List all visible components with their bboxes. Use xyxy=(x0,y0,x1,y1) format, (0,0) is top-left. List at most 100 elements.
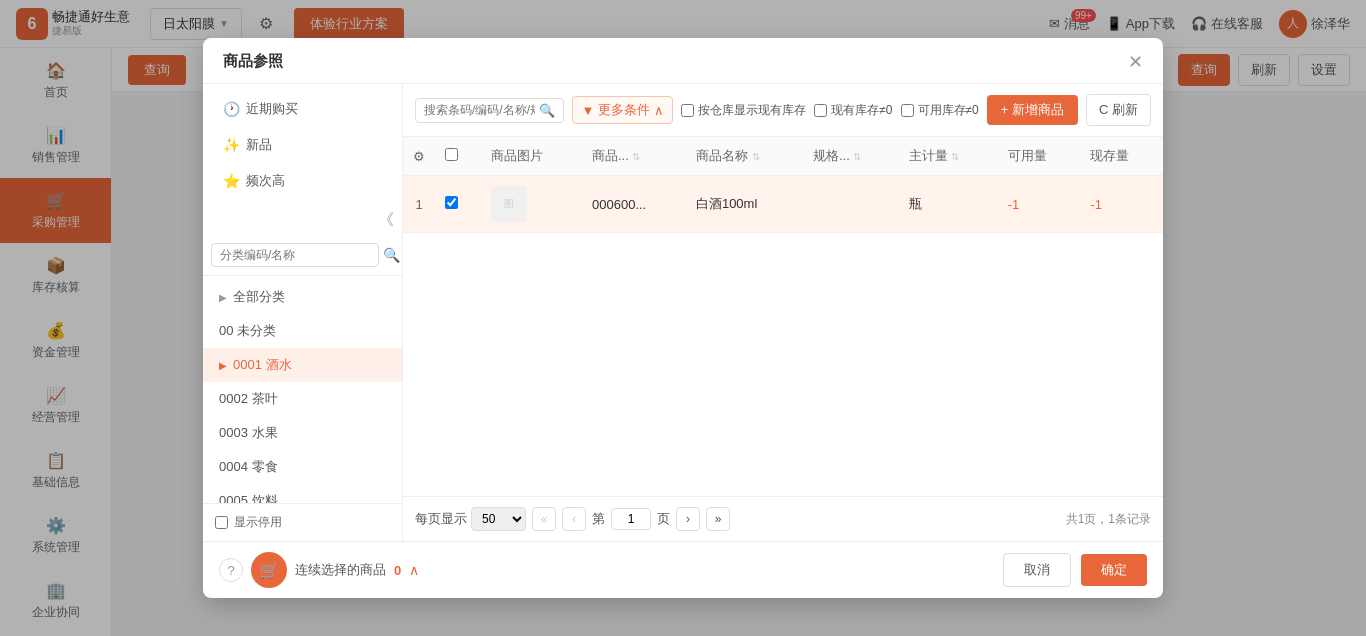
check-by-warehouse[interactable]: 按仓库显示现有库存 xyxy=(681,102,806,119)
available-label: 现有库存≠0 xyxy=(831,102,892,119)
filter-btn[interactable]: ▼ 更多条件 ∧ xyxy=(572,96,673,124)
cat-0004-label: 0004 零食 xyxy=(219,458,278,476)
first-page-btn[interactable]: « xyxy=(532,507,556,531)
product-search-input[interactable] xyxy=(424,103,535,117)
tab-recent-label: 近期购买 xyxy=(246,100,298,118)
prev-page-btn[interactable]: ‹ xyxy=(562,507,586,531)
usable-label: 可用库存≠0 xyxy=(918,102,979,119)
footer-right: 取消 确定 xyxy=(1003,553,1147,587)
dialog-toolbar: 🔍 ▼ 更多条件 ∧ 按仓库显示现有库存 现有库存≠0 xyxy=(403,84,1163,137)
collapse-btn[interactable]: 《 xyxy=(203,206,402,235)
right-panel: 🔍 ▼ 更多条件 ∧ 按仓库显示现有库存 现有库存≠0 xyxy=(403,84,1163,541)
by-warehouse-label: 按仓库显示现有库存 xyxy=(698,102,806,119)
row-name: 白酒100ml xyxy=(686,176,803,233)
category-search-icon[interactable]: 🔍 xyxy=(383,247,400,263)
row-num: 1 xyxy=(403,176,435,233)
page-word: 第 xyxy=(592,510,605,528)
selected-count: 0 xyxy=(394,563,401,578)
table-row[interactable]: 1 图 000600... 白酒100ml 瓶 -1 -1 xyxy=(403,176,1163,233)
filter-arrow-icon: ∧ xyxy=(654,103,664,118)
footer-collapse-icon[interactable]: ∧ xyxy=(409,562,419,578)
page-unit: 页 xyxy=(657,510,670,528)
show-disabled-checkbox[interactable] xyxy=(215,516,228,529)
cat-0001-label: 0001 酒水 xyxy=(233,356,292,374)
col-name: 商品名称 ⇅ xyxy=(686,137,803,176)
col-current: 现存量 xyxy=(1080,137,1163,176)
search-icon[interactable]: 🔍 xyxy=(539,103,555,118)
tab-new[interactable]: ✨ 新品 xyxy=(211,128,394,162)
left-panel-tabs: 🕐 近期购买 ✨ 新品 ⭐ 频次高 xyxy=(203,84,402,206)
page-size-label: 每页显示 xyxy=(415,510,467,528)
available-checkbox[interactable] xyxy=(814,104,827,117)
row-checkbox[interactable] xyxy=(445,196,458,209)
filter-label: 更多条件 xyxy=(598,101,650,119)
col-unit: 主计量 ⇅ xyxy=(899,137,998,176)
cat-all-label: 全部分类 xyxy=(233,288,285,306)
last-page-btn[interactable]: » xyxy=(706,507,730,531)
cart-icon[interactable]: 🛒 xyxy=(251,552,287,588)
cat-item-0005[interactable]: 0005 饮料 xyxy=(203,484,402,503)
show-disabled-area: 显示停用 xyxy=(203,503,402,541)
name-sort-icon[interactable]: ⇅ xyxy=(752,151,760,162)
dialog-footer: ? 🛒 连续选择的商品 0 ∧ 取消 确定 xyxy=(203,541,1163,598)
row-check xyxy=(435,176,481,233)
tab-recent[interactable]: 🕐 近期购买 xyxy=(211,92,394,126)
help-icon[interactable]: ? xyxy=(219,558,243,582)
product-table-area: ⚙ 商品图片 商品... ⇅ 商品名称 ⇅ xyxy=(403,137,1163,496)
tab-frequent[interactable]: ⭐ 频次高 xyxy=(211,164,394,198)
code-sort-icon[interactable]: ⇅ xyxy=(632,151,640,162)
recent-icon: 🕐 xyxy=(223,101,240,117)
col-settings[interactable]: ⚙ xyxy=(403,137,435,176)
product-image: 图 xyxy=(491,186,527,222)
tab-frequent-label: 频次高 xyxy=(246,172,285,190)
filter-icon: ▼ xyxy=(581,103,594,118)
product-table: ⚙ 商品图片 商品... ⇅ 商品名称 ⇅ xyxy=(403,137,1163,233)
cat-all-arrow-icon: ▶ xyxy=(219,292,227,303)
spec-sort-icon[interactable]: ⇅ xyxy=(853,151,861,162)
cat-00-label: 00 未分类 xyxy=(219,322,276,340)
search-box: 🔍 xyxy=(415,98,564,123)
usable-checkbox[interactable] xyxy=(901,104,914,117)
col-spec: 规格... ⇅ xyxy=(803,137,899,176)
cat-item-00[interactable]: 00 未分类 xyxy=(203,314,402,348)
cat-item-all[interactable]: ▶ 全部分类 xyxy=(203,280,402,314)
col-available: 可用量 xyxy=(998,137,1081,176)
refresh-btn[interactable]: C 刷新 xyxy=(1086,94,1151,126)
cat-item-0004[interactable]: 0004 零食 xyxy=(203,450,402,484)
add-product-btn[interactable]: + 新增商品 xyxy=(987,95,1078,125)
page-size-area: 每页显示 50 10 20 100 xyxy=(415,507,526,531)
category-list: ▶ 全部分类 00 未分类 ▶ 0001 酒水 0002 茶叶 0003 水果 xyxy=(203,276,402,503)
select-all-checkbox[interactable] xyxy=(445,148,458,161)
row-current: -1 xyxy=(1080,176,1163,233)
dialog-title: 商品参照 xyxy=(223,52,283,71)
category-search-input[interactable] xyxy=(211,243,379,267)
unit-sort-icon[interactable]: ⇅ xyxy=(951,151,959,162)
dialog-header: 商品参照 ✕ xyxy=(203,38,1163,84)
row-image: 图 xyxy=(481,176,582,233)
show-disabled-label[interactable]: 显示停用 xyxy=(234,514,282,531)
page-size-select[interactable]: 50 10 20 100 xyxy=(471,507,526,531)
cat-0003-label: 0003 水果 xyxy=(219,424,278,442)
check-usable[interactable]: 可用库存≠0 xyxy=(901,102,979,119)
cat-item-0003[interactable]: 0003 水果 xyxy=(203,416,402,450)
next-page-btn[interactable]: › xyxy=(676,507,700,531)
category-search: 🔍 xyxy=(203,235,402,276)
pagination: 每页显示 50 10 20 100 « ‹ 第 页 › » xyxy=(403,496,1163,541)
cat-0002-label: 0002 茶叶 xyxy=(219,390,278,408)
total-info: 共1页，1条记录 xyxy=(1066,511,1151,528)
col-code: 商品... ⇅ xyxy=(582,137,686,176)
left-panel: 🕐 近期购买 ✨ 新品 ⭐ 频次高 《 xyxy=(203,84,403,541)
new-icon: ✨ xyxy=(223,137,240,153)
cat-item-0001[interactable]: ▶ 0001 酒水 xyxy=(203,348,402,382)
cat-0005-label: 0005 饮料 xyxy=(219,492,278,503)
dialog-close-btn[interactable]: ✕ xyxy=(1128,53,1143,71)
cancel-btn[interactable]: 取消 xyxy=(1003,553,1071,587)
dialog-body: 🕐 近期购买 ✨ 新品 ⭐ 频次高 《 xyxy=(203,84,1163,541)
frequent-icon: ⭐ xyxy=(223,173,240,189)
check-available[interactable]: 现有库存≠0 xyxy=(814,102,892,119)
dialog-overlay: 商品参照 ✕ 🕐 近期购买 ✨ 新品 ⭐ 频次高 xyxy=(0,0,1366,636)
confirm-btn[interactable]: 确定 xyxy=(1081,554,1147,586)
by-warehouse-checkbox[interactable] xyxy=(681,104,694,117)
cat-item-0002[interactable]: 0002 茶叶 xyxy=(203,382,402,416)
page-input[interactable] xyxy=(611,508,651,530)
